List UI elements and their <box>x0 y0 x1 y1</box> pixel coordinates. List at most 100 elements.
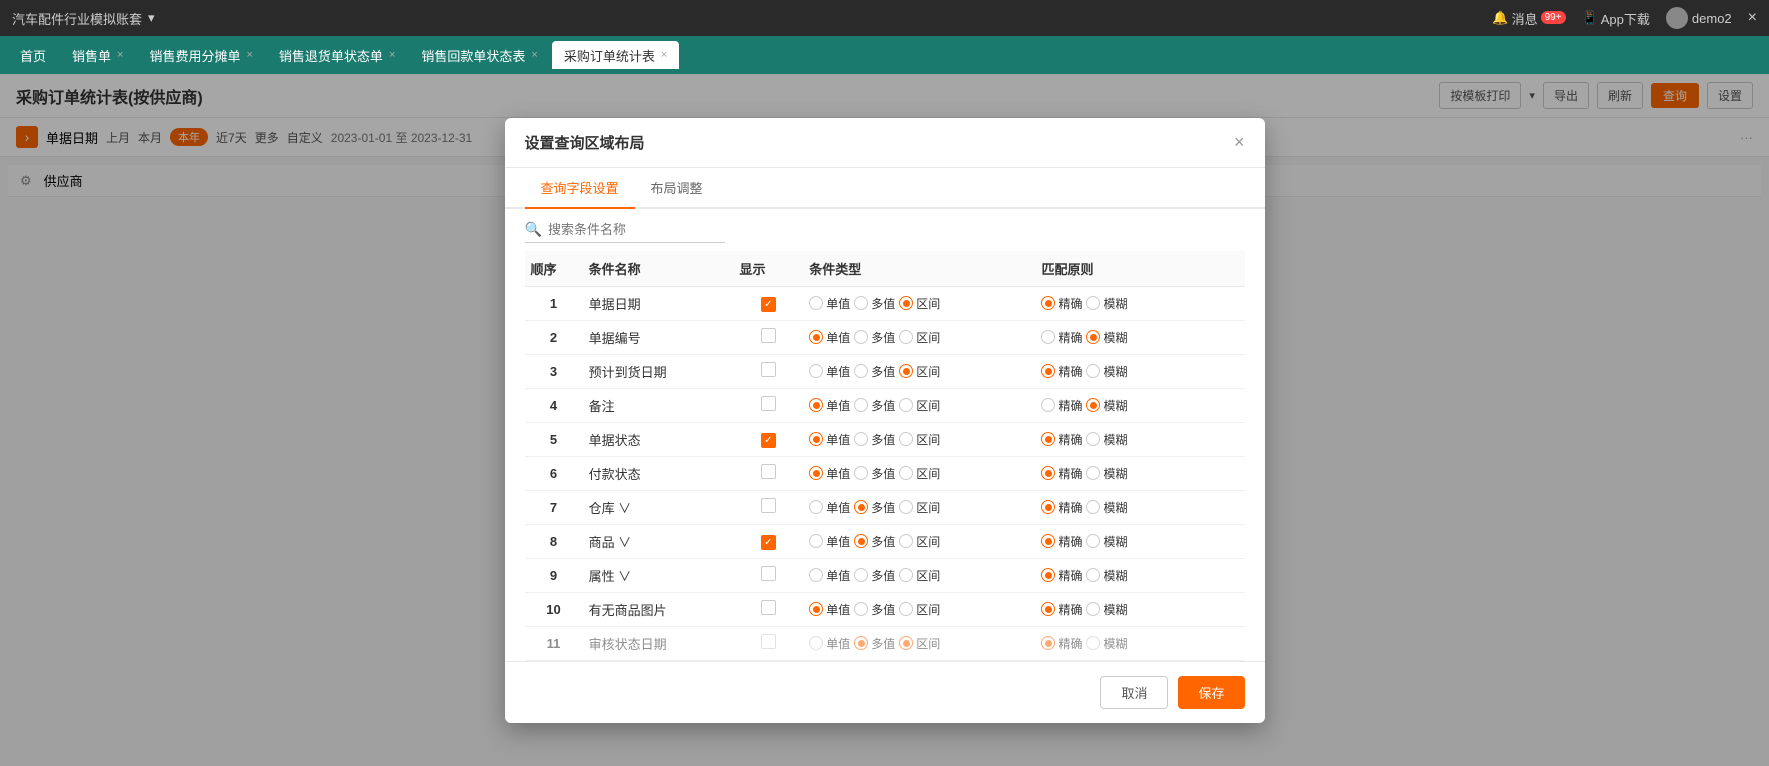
radio-button[interactable] <box>1086 466 1100 480</box>
row-display-checkbox[interactable] <box>734 626 804 660</box>
tab-purchase-stats-close[interactable]: × <box>661 49 667 61</box>
radio-option-type_range[interactable]: 区间 <box>899 397 940 414</box>
radio-button[interactable] <box>1041 534 1055 548</box>
row-display-checkbox[interactable] <box>734 558 804 592</box>
radio-option-type_multi[interactable]: 多值 <box>854 499 895 516</box>
radio-button[interactable] <box>854 296 868 310</box>
radio-option-type_range[interactable]: 区间 <box>899 465 940 482</box>
radio-button[interactable] <box>1086 568 1100 582</box>
checkbox[interactable] <box>761 297 776 312</box>
radio-option-match_exact[interactable]: 精确 <box>1041 295 1082 312</box>
radio-option-type_multi[interactable]: 多值 <box>854 397 895 414</box>
radio-button[interactable] <box>809 364 823 378</box>
radio-button[interactable] <box>854 466 868 480</box>
radio-option-type_range[interactable]: 区间 <box>899 601 940 618</box>
radio-option-match_exact[interactable]: 精确 <box>1041 397 1082 414</box>
radio-button[interactable] <box>854 364 868 378</box>
radio-button[interactable] <box>809 568 823 582</box>
checkbox[interactable] <box>761 535 776 550</box>
radio-button[interactable] <box>809 466 823 480</box>
tab-query-fields[interactable]: 查询字段设置 <box>525 168 635 209</box>
radio-option-match_fuzzy[interactable]: 模糊 <box>1086 363 1127 380</box>
radio-option-match_exact[interactable]: 精确 <box>1041 601 1082 618</box>
radio-button[interactable] <box>1086 500 1100 514</box>
row-display-checkbox[interactable] <box>734 456 804 490</box>
radio-button[interactable] <box>854 500 868 514</box>
radio-option-type_single[interactable]: 单值 <box>809 533 850 550</box>
radio-option-type_multi[interactable]: 多值 <box>854 533 895 550</box>
radio-option-type_single[interactable]: 单值 <box>809 431 850 448</box>
radio-button[interactable] <box>1041 500 1055 514</box>
radio-button[interactable] <box>854 398 868 412</box>
radio-button[interactable] <box>854 568 868 582</box>
tab-sales-expense-close[interactable]: × <box>246 49 252 61</box>
radio-button[interactable] <box>1041 466 1055 480</box>
radio-button[interactable] <box>809 398 823 412</box>
checkbox[interactable] <box>761 566 776 581</box>
radio-button[interactable] <box>899 500 913 514</box>
radio-button[interactable] <box>1041 432 1055 446</box>
radio-button[interactable] <box>809 636 823 650</box>
radio-option-match_exact[interactable]: 精确 <box>1041 431 1082 448</box>
radio-button[interactable] <box>809 330 823 344</box>
radio-option-type_range[interactable]: 区间 <box>899 533 940 550</box>
radio-button[interactable] <box>1041 636 1055 650</box>
radio-option-type_single[interactable]: 单值 <box>809 397 850 414</box>
tab-sales-return-close[interactable]: × <box>389 49 395 61</box>
radio-button[interactable] <box>899 534 913 548</box>
checkbox[interactable] <box>761 600 776 615</box>
tab-sales-expense[interactable]: 销售费用分摊单 × <box>137 41 264 69</box>
radio-option-type_multi[interactable]: 多值 <box>854 635 895 652</box>
radio-button[interactable] <box>854 602 868 616</box>
search-input[interactable] <box>548 222 708 237</box>
radio-button[interactable] <box>809 500 823 514</box>
radio-option-match_fuzzy[interactable]: 模糊 <box>1086 431 1127 448</box>
radio-button[interactable] <box>1041 398 1055 412</box>
radio-button[interactable] <box>1041 364 1055 378</box>
tab-home[interactable]: 首页 <box>8 41 58 69</box>
radio-button[interactable] <box>1041 568 1055 582</box>
tab-sales-order-close[interactable]: × <box>117 49 123 61</box>
radio-button[interactable] <box>854 432 868 446</box>
row-display-checkbox[interactable] <box>734 354 804 388</box>
radio-button[interactable] <box>899 364 913 378</box>
radio-option-type_single[interactable]: 单值 <box>809 329 850 346</box>
tab-sales-payment-close[interactable]: × <box>531 49 537 61</box>
tab-layout-adjust[interactable]: 布局调整 <box>635 168 719 209</box>
radio-option-type_single[interactable]: 单值 <box>809 295 850 312</box>
radio-option-type_range[interactable]: 区间 <box>899 329 940 346</box>
radio-option-type_single[interactable]: 单值 <box>809 363 850 380</box>
radio-button[interactable] <box>899 330 913 344</box>
radio-button[interactable] <box>899 568 913 582</box>
dialog-close-button[interactable]: × <box>1234 133 1245 151</box>
radio-button[interactable] <box>854 330 868 344</box>
tab-sales-return[interactable]: 销售退货单状态单 × <box>267 41 407 69</box>
radio-button[interactable] <box>1086 534 1100 548</box>
radio-button[interactable] <box>899 432 913 446</box>
radio-option-match_exact[interactable]: 精确 <box>1041 329 1082 346</box>
row-display-checkbox[interactable] <box>734 320 804 354</box>
radio-option-type_multi[interactable]: 多值 <box>854 363 895 380</box>
radio-option-match_fuzzy[interactable]: 模糊 <box>1086 601 1127 618</box>
save-button[interactable]: 保存 <box>1178 676 1244 709</box>
tab-sales-order[interactable]: 销售单 × <box>60 41 135 69</box>
radio-button[interactable] <box>809 296 823 310</box>
tab-sales-payment[interactable]: 销售回款单状态表 × <box>409 41 549 69</box>
radio-button[interactable] <box>899 636 913 650</box>
row-display-checkbox[interactable] <box>734 422 804 456</box>
radio-button[interactable] <box>854 534 868 548</box>
row-display-checkbox[interactable] <box>734 490 804 524</box>
checkbox[interactable] <box>761 396 776 411</box>
radio-option-type_range[interactable]: 区间 <box>899 567 940 584</box>
checkbox[interactable] <box>761 433 776 448</box>
radio-option-type_multi[interactable]: 多值 <box>854 567 895 584</box>
radio-button[interactable] <box>1041 602 1055 616</box>
radio-button[interactable] <box>1041 330 1055 344</box>
checkbox[interactable] <box>761 362 776 377</box>
radio-option-type_range[interactable]: 区间 <box>899 499 940 516</box>
radio-option-type_multi[interactable]: 多值 <box>854 465 895 482</box>
radio-option-type_range[interactable]: 区间 <box>899 363 940 380</box>
row-display-checkbox[interactable] <box>734 592 804 626</box>
user-area[interactable]: demo2 <box>1666 7 1732 29</box>
radio-option-match_fuzzy[interactable]: 模糊 <box>1086 295 1127 312</box>
